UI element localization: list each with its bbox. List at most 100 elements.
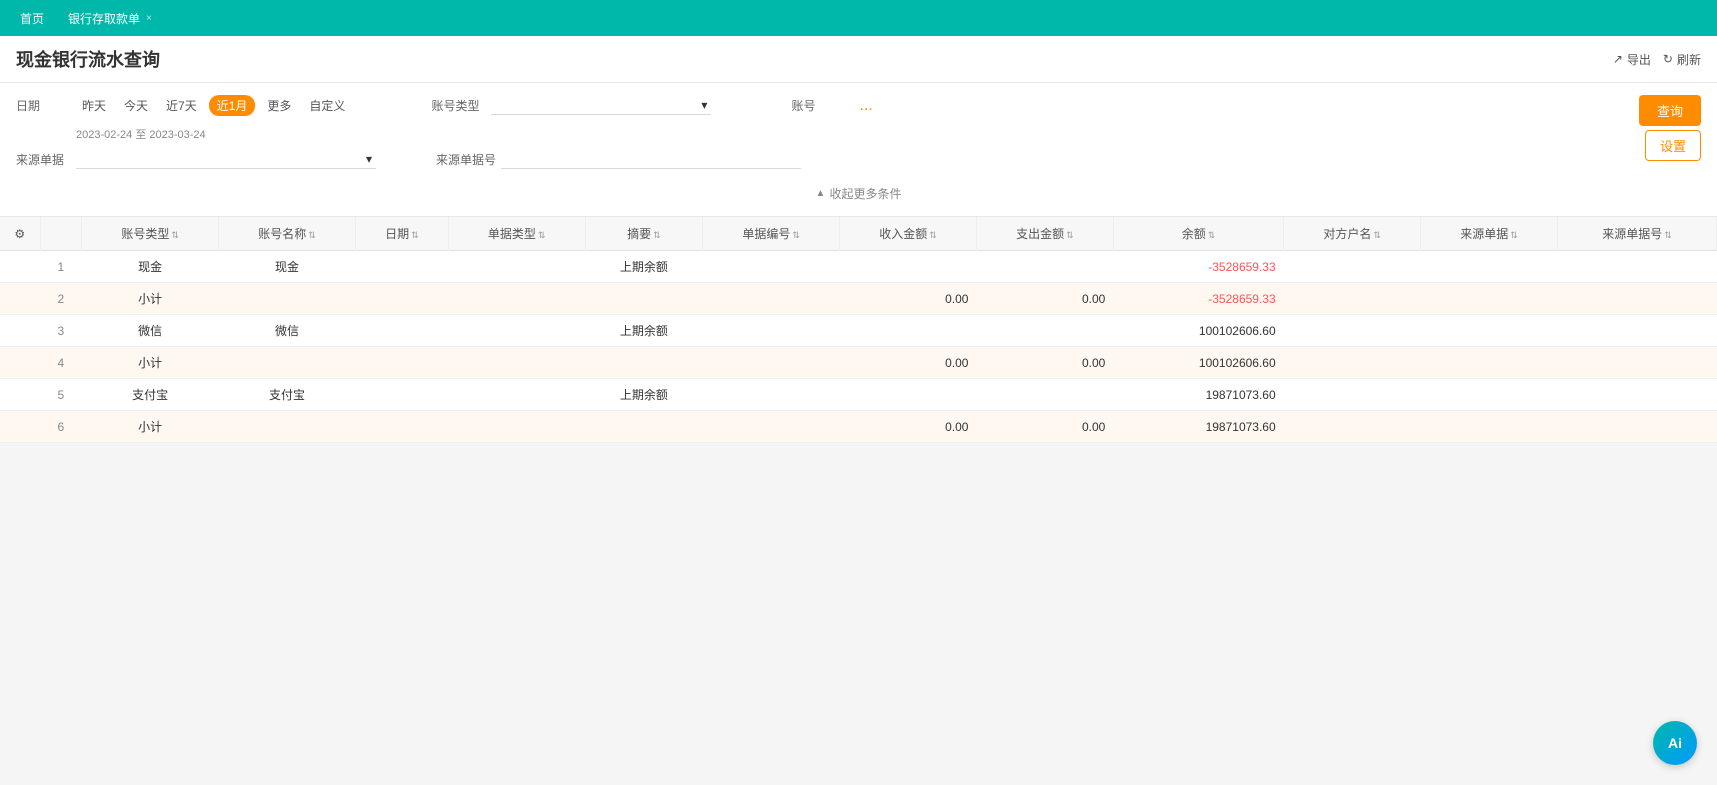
sort-account-type-icon: ⇅	[171, 230, 179, 240]
sort-source-doc-icon: ⇅	[1510, 230, 1518, 240]
table-row: 3 微信 微信 上期余额 100102606.60	[0, 315, 1717, 347]
row-income-1: 0.00	[840, 283, 977, 315]
th-account-name[interactable]: 账号名称⇅	[219, 217, 356, 251]
date-1month-btn[interactable]: 近1月	[209, 95, 256, 116]
row-doc-no-3	[703, 347, 840, 379]
sort-account-name-icon: ⇅	[308, 230, 316, 240]
row-date-5	[355, 411, 448, 443]
row-counterpart-2	[1284, 315, 1421, 347]
date-custom-btn[interactable]: 自定义	[303, 95, 351, 116]
sort-summary-icon: ⇅	[653, 230, 661, 240]
row-date-4	[355, 379, 448, 411]
row-account-type-2: 微信	[82, 315, 219, 347]
row-date-0	[355, 251, 448, 283]
row-index-3: 4	[40, 347, 82, 379]
row-expense-4	[976, 379, 1113, 411]
source-doc-select[interactable]: ▾	[76, 150, 376, 169]
th-source-doc[interactable]: 来源单据⇅	[1421, 217, 1558, 251]
row-expense-1: 0.00	[976, 283, 1113, 315]
settings-button[interactable]: 设置	[1645, 130, 1701, 161]
row-date-1	[355, 283, 448, 315]
account-type-label: 账号类型	[431, 97, 491, 114]
date-range-display: 2023-02-24 至 2023-03-24	[76, 129, 206, 141]
row-summary-2: 上期余额	[585, 315, 703, 347]
row-counterpart-3	[1284, 347, 1421, 379]
row-gear-5	[0, 411, 40, 443]
nav-home[interactable]: 首页	[8, 0, 56, 36]
row-source-doc-3	[1421, 347, 1558, 379]
th-date[interactable]: 日期⇅	[355, 217, 448, 251]
row-account-type-5: 小计	[82, 411, 219, 443]
row-date-2	[355, 315, 448, 347]
row-source-doc-no-2	[1557, 315, 1716, 347]
row-doc-no-0	[703, 251, 840, 283]
nav-tab-4[interactable]: 银行存取款单×	[56, 0, 188, 36]
query-button[interactable]: 查询	[1639, 95, 1701, 126]
th-balance[interactable]: 余额⇅	[1113, 217, 1283, 251]
filter-left: 日期 昨天 今天 近7天 近1月 更多 自定义 账号类型 ▾ 账号 ...	[16, 95, 1581, 179]
row-account-type-1: 小计	[82, 283, 219, 315]
filter-right: 查询 设置	[1581, 95, 1701, 179]
ai-badge[interactable]: Ai	[1653, 721, 1697, 765]
row-account-type-3: 小计	[82, 347, 219, 379]
account-dots-btn[interactable]: ...	[859, 97, 872, 115]
th-income[interactable]: 收入金额⇅	[840, 217, 977, 251]
close-tab-icon-4[interactable]: ×	[146, 13, 152, 24]
row-doc-no-2	[703, 315, 840, 347]
sort-date-icon: ⇅	[411, 230, 419, 240]
export-button[interactable]: ↗ 导出	[1613, 51, 1651, 68]
table-container: ⚙ 账号类型⇅ 账号名称⇅ 日期⇅ 单据类型⇅ 摘要⇅	[0, 217, 1717, 443]
row-source-doc-4	[1421, 379, 1558, 411]
gear-icon[interactable]: ⚙	[14, 227, 25, 241]
th-index	[40, 217, 82, 251]
row-expense-5: 0.00	[976, 411, 1113, 443]
table-row: 5 支付宝 支付宝 上期余额 19871073.60	[0, 379, 1717, 411]
row-doc-type-0	[448, 251, 585, 283]
th-source-doc-no[interactable]: 来源单据号⇅	[1557, 217, 1716, 251]
row-source-doc-no-0	[1557, 251, 1716, 283]
table-body: 1 现金 现金 上期余额 -3528659.33 2 小计 0.00 0.00 …	[0, 251, 1717, 443]
th-account-type[interactable]: 账号类型⇅	[82, 217, 219, 251]
row-balance-4: 19871073.60	[1113, 379, 1283, 411]
table-row: 2 小计 0.00 0.00 -3528659.33	[0, 283, 1717, 315]
row-counterpart-5	[1284, 411, 1421, 443]
row-gear-2	[0, 315, 40, 347]
row-doc-type-2	[448, 315, 585, 347]
row-summary-3	[585, 347, 703, 379]
refresh-button[interactable]: ↻ 刷新	[1663, 51, 1701, 68]
row-source-doc-no-5	[1557, 411, 1716, 443]
table-header: ⚙ 账号类型⇅ 账号名称⇅ 日期⇅ 单据类型⇅ 摘要⇅	[0, 217, 1717, 251]
row-balance-1: -3528659.33	[1113, 283, 1283, 315]
source-doc-no-input[interactable]	[501, 150, 801, 169]
row-index-5: 6	[40, 411, 82, 443]
th-expense[interactable]: 支出金额⇅	[976, 217, 1113, 251]
export-icon: ↗	[1613, 52, 1623, 66]
row-account-name-5	[219, 411, 356, 443]
row-account-name-4: 支付宝	[219, 379, 356, 411]
date-shortcuts: 昨天 今天 近7天 近1月 更多 自定义	[76, 95, 351, 116]
th-gear: ⚙	[0, 217, 40, 251]
date-yesterday-btn[interactable]: 昨天	[76, 95, 112, 116]
th-doc-type[interactable]: 单据类型⇅	[448, 217, 585, 251]
sort-doc-type-icon: ⇅	[538, 230, 546, 240]
header-actions: ↗ 导出 ↻ 刷新	[1613, 51, 1701, 68]
account-type-select[interactable]: ▾	[491, 96, 711, 115]
date-today-btn[interactable]: 今天	[118, 95, 154, 116]
date-more-btn[interactable]: 更多	[261, 95, 297, 116]
source-doc-label: 来源单据	[16, 151, 76, 168]
row-summary-5	[585, 411, 703, 443]
th-summary[interactable]: 摘要⇅	[585, 217, 703, 251]
collapse-bar[interactable]: ▲ 收起更多条件	[16, 179, 1701, 204]
row-counterpart-0	[1284, 251, 1421, 283]
row-expense-2	[976, 315, 1113, 347]
row-doc-type-4	[448, 379, 585, 411]
th-counterpart[interactable]: 对方户名⇅	[1284, 217, 1421, 251]
page-title: 现金银行流水查询	[16, 46, 160, 72]
row-income-2	[840, 315, 977, 347]
th-doc-no[interactable]: 单据编号⇅	[703, 217, 840, 251]
date-7days-btn[interactable]: 近7天	[160, 95, 203, 116]
row-source-doc-1	[1421, 283, 1558, 315]
refresh-icon: ↻	[1663, 52, 1673, 66]
row-income-0	[840, 251, 977, 283]
header-row: ⚙ 账号类型⇅ 账号名称⇅ 日期⇅ 单据类型⇅ 摘要⇅	[0, 217, 1717, 251]
